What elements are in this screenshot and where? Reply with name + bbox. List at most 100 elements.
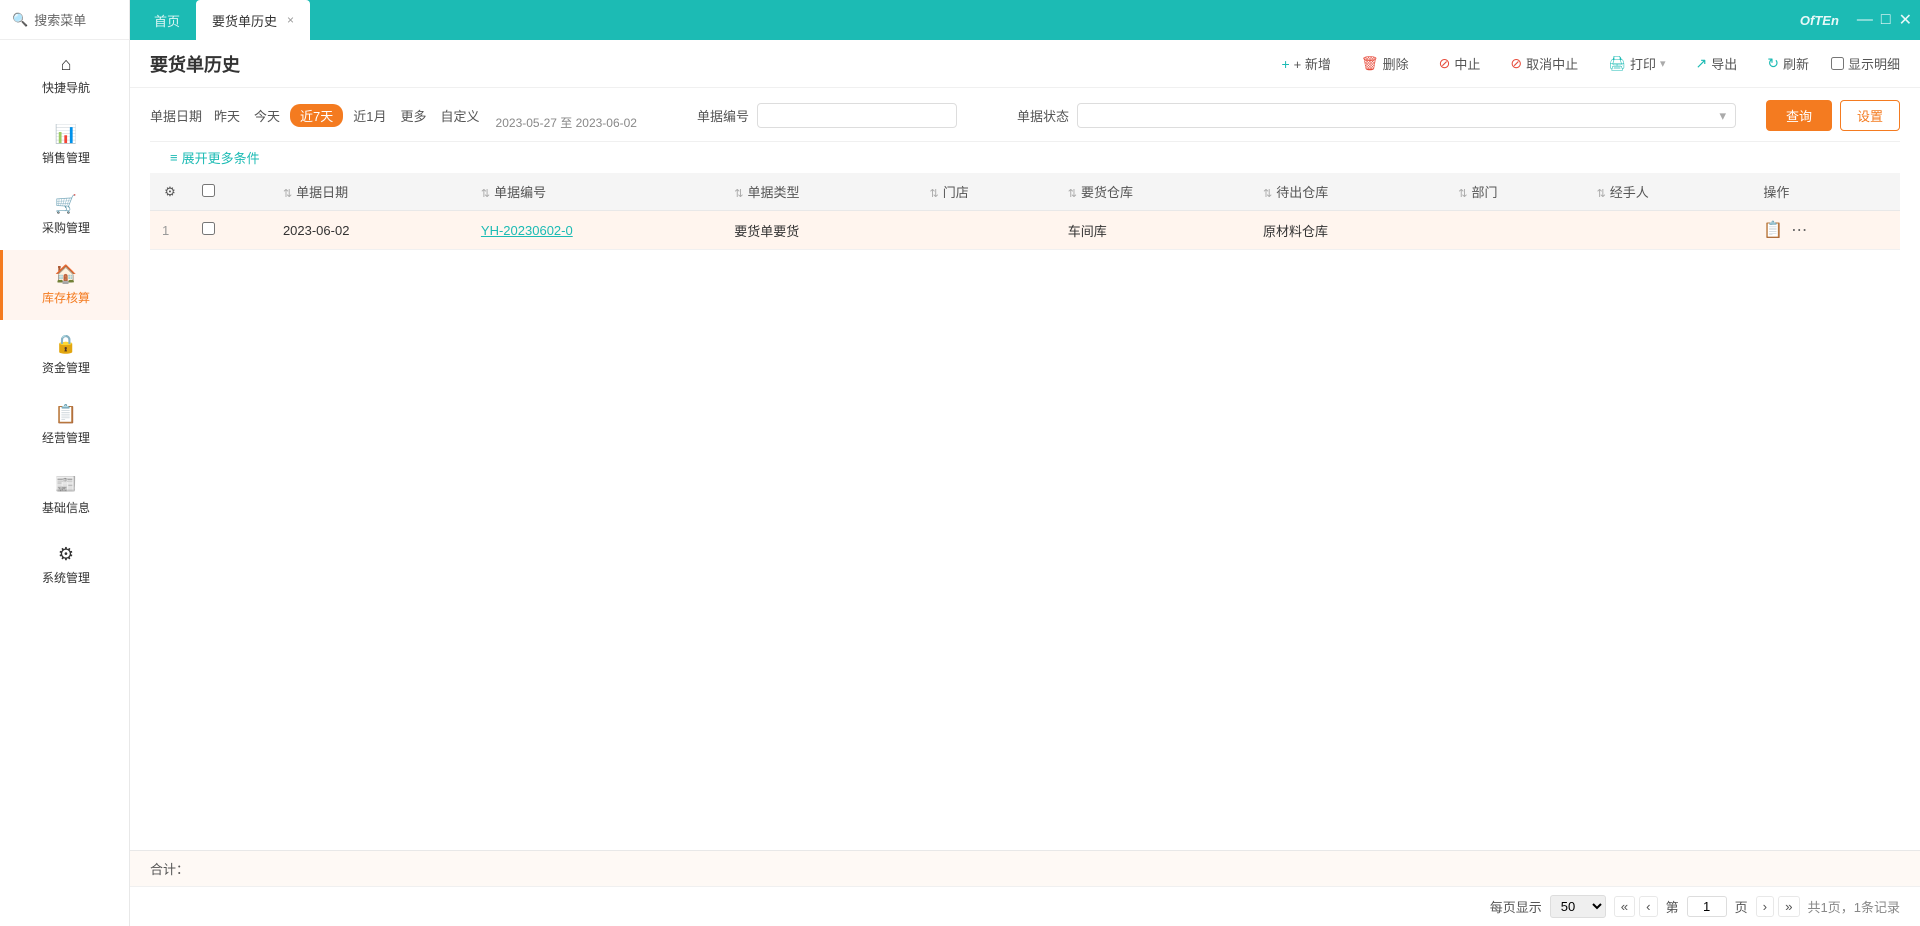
row-checkbox[interactable] bbox=[190, 211, 271, 250]
more-btn[interactable]: 更多 bbox=[397, 104, 431, 127]
page-size-select[interactable]: 10 20 50 100 bbox=[1550, 895, 1606, 918]
export-icon: ↗ bbox=[1695, 55, 1707, 72]
display-detail-checkbox[interactable]: 显示明细 bbox=[1831, 54, 1900, 73]
table-container: ⚙ 单据日期 单据编号 单据类型 门店 要货仓库 待出仓库 部门 经手人 操作 bbox=[130, 173, 1920, 850]
window-maximize-btn[interactable]: □ bbox=[1881, 11, 1891, 29]
expand-more-btn[interactable]: ≡ 展开更多条件 bbox=[150, 141, 1900, 173]
th-doc-date[interactable]: 单据日期 bbox=[271, 173, 469, 211]
system-icon: ⚙ bbox=[58, 544, 74, 565]
cell-doc-date: 2023-06-02 bbox=[271, 211, 469, 250]
yesterday-btn[interactable]: 昨天 bbox=[210, 104, 244, 127]
refresh-btn[interactable]: ↻ 刷新 bbox=[1759, 50, 1817, 77]
tab-requisition-history[interactable]: 要货单历史 × bbox=[196, 0, 310, 40]
cancel-icon: ⊘ bbox=[1510, 55, 1522, 72]
cell-req-warehouse: 车间库 bbox=[1056, 211, 1251, 250]
delete-btn[interactable]: 🗑 删除 bbox=[1353, 50, 1417, 77]
sidebar-item-label: 销售管理 bbox=[42, 149, 90, 166]
table-footer-label: 合计： bbox=[150, 862, 189, 877]
sidebar-item-basic[interactable]: 📰 基础信息 bbox=[0, 460, 129, 530]
window-minimize-btn[interactable]: — bbox=[1857, 11, 1873, 29]
sidebar-search[interactable]: 🔍 搜索菜单 bbox=[0, 0, 129, 40]
th-action: 操作 bbox=[1751, 173, 1900, 211]
sidebar-item-sales[interactable]: 📊 销售管理 bbox=[0, 110, 129, 180]
delete-label: 删除 bbox=[1383, 54, 1409, 73]
tab-close-icon[interactable]: × bbox=[287, 13, 294, 27]
print-btn[interactable]: 🖨 打印 ▾ bbox=[1600, 50, 1673, 77]
page-unit: 页 bbox=[1735, 897, 1748, 916]
doc-number-input[interactable] bbox=[757, 103, 957, 128]
filter-area: 单据日期 昨天 今天 近7天 近1月 更多 自定义 2023-05-27 至 2… bbox=[130, 88, 1920, 173]
sidebar-item-purchase[interactable]: 🛒 采购管理 bbox=[0, 180, 129, 250]
last-page-btn[interactable]: » bbox=[1778, 896, 1799, 917]
sidebar-item-label: 库存核算 bbox=[42, 289, 90, 306]
display-detail-input[interactable] bbox=[1831, 57, 1844, 70]
th-doc-type[interactable]: 单据类型 bbox=[722, 173, 917, 211]
sidebar-item-inventory[interactable]: 🏠 库存核算 bbox=[0, 250, 129, 320]
cell-action: 📋 ⋯ bbox=[1751, 211, 1900, 250]
display-detail-label: 显示明细 bbox=[1848, 54, 1900, 73]
date-range-display: 2023-05-27 至 2023-06-02 bbox=[496, 100, 637, 131]
today-btn[interactable]: 今天 bbox=[250, 104, 284, 127]
table-row[interactable]: 1 2023-06-02 YH-20230602-0 要货单要货 车间库 原材料… bbox=[150, 211, 1900, 250]
new-icon: + bbox=[1281, 56, 1289, 72]
date-shortcuts: 昨天 今天 近7天 近1月 更多 自定义 bbox=[210, 104, 484, 127]
last7days-btn[interactable]: 近7天 bbox=[290, 104, 343, 127]
doc-status-select[interactable] bbox=[1077, 103, 1736, 128]
tab-home-label: 首页 bbox=[154, 11, 180, 30]
cancel-label: 取消中止 bbox=[1526, 54, 1578, 73]
custom-btn[interactable]: 自定义 bbox=[437, 104, 484, 127]
more-action-icon[interactable]: ⋯ bbox=[1791, 220, 1807, 240]
settings-button[interactable]: 设置 bbox=[1840, 100, 1900, 131]
expand-more-label: 展开更多条件 bbox=[182, 148, 260, 167]
window-close-btn[interactable]: ✕ bbox=[1899, 10, 1912, 30]
next-page-btn[interactable]: › bbox=[1756, 896, 1774, 917]
stop-btn[interactable]: ⊘ 中止 bbox=[1431, 50, 1489, 77]
doc-status-select-wrap: ▾ bbox=[1077, 103, 1736, 128]
toolbar: + + 新增 🗑 删除 ⊘ 中止 ⊘ 取消中止 🖨 打印 bbox=[1273, 50, 1900, 77]
last1month-btn[interactable]: 近1月 bbox=[349, 104, 390, 127]
brand-label: OfTEn bbox=[1800, 13, 1839, 28]
th-checkbox bbox=[190, 173, 271, 211]
th-req-warehouse[interactable]: 要货仓库 bbox=[1056, 173, 1251, 211]
home-icon: ⌂ bbox=[61, 54, 72, 75]
th-store[interactable]: 门店 bbox=[917, 173, 1055, 211]
basic-icon: 📰 bbox=[55, 474, 77, 495]
cell-doc-number[interactable]: YH-20230602-0 bbox=[469, 211, 722, 250]
prev-page-btn[interactable]: ‹ bbox=[1639, 896, 1657, 917]
row-select-checkbox[interactable] bbox=[202, 222, 215, 235]
export-btn[interactable]: ↗ 导出 bbox=[1687, 50, 1745, 77]
th-department[interactable]: 部门 bbox=[1446, 173, 1584, 211]
sidebar-search-label: 搜索菜单 bbox=[34, 10, 86, 29]
content-area: 要货单历史 + + 新增 🗑 删除 ⊘ 中止 ⊘ 取消中止 bbox=[130, 40, 1920, 926]
tab-home[interactable]: 首页 bbox=[138, 0, 196, 40]
main-area: 首页 要货单历史 × OfTEn — □ ✕ 要货单历史 + + 新增 🗑 bbox=[130, 0, 1920, 926]
sidebar-item-label: 快捷导航 bbox=[42, 79, 90, 96]
th-pending-warehouse[interactable]: 待出仓库 bbox=[1251, 173, 1446, 211]
filter-doc-number: 单据编号 bbox=[697, 103, 957, 128]
sidebar-item-finance[interactable]: 🔒 资金管理 bbox=[0, 320, 129, 390]
cell-handler bbox=[1585, 211, 1752, 250]
sidebar-item-system[interactable]: ⚙ 系统管理 bbox=[0, 530, 129, 600]
page-input[interactable] bbox=[1687, 896, 1727, 917]
sidebar-item-quick-nav[interactable]: ⌂ 快捷导航 bbox=[0, 40, 129, 110]
doc-date-label: 单据日期 bbox=[150, 106, 202, 125]
row-num: 1 bbox=[150, 211, 190, 250]
th-settings[interactable]: ⚙ bbox=[150, 173, 190, 211]
cancel-stop-btn[interactable]: ⊘ 取消中止 bbox=[1502, 50, 1586, 77]
new-btn[interactable]: + + 新增 bbox=[1273, 50, 1338, 77]
new-label: + 新增 bbox=[1294, 54, 1331, 73]
delete-icon: 🗑 bbox=[1361, 55, 1379, 72]
stop-label: 中止 bbox=[1454, 54, 1480, 73]
sidebar: 🔍 搜索菜单 ⌂ 快捷导航 📊 销售管理 🛒 采购管理 🏠 库存核算 🔒 资金管… bbox=[0, 0, 130, 926]
edit-action-icon[interactable]: 📋 bbox=[1763, 220, 1783, 240]
doc-number-link[interactable]: YH-20230602-0 bbox=[481, 223, 573, 238]
th-doc-number[interactable]: 单据编号 bbox=[469, 173, 722, 211]
first-page-btn[interactable]: « bbox=[1614, 896, 1635, 917]
refresh-icon: ↻ bbox=[1767, 55, 1779, 72]
query-button[interactable]: 查询 bbox=[1766, 100, 1832, 131]
sidebar-item-operation[interactable]: 📋 经营管理 bbox=[0, 390, 129, 460]
th-handler[interactable]: 经手人 bbox=[1585, 173, 1752, 211]
table-header: ⚙ 单据日期 单据编号 单据类型 门店 要货仓库 待出仓库 部门 经手人 操作 bbox=[150, 173, 1900, 211]
print-dropdown-icon[interactable]: ▾ bbox=[1660, 57, 1666, 70]
select-all-checkbox[interactable] bbox=[202, 184, 215, 197]
